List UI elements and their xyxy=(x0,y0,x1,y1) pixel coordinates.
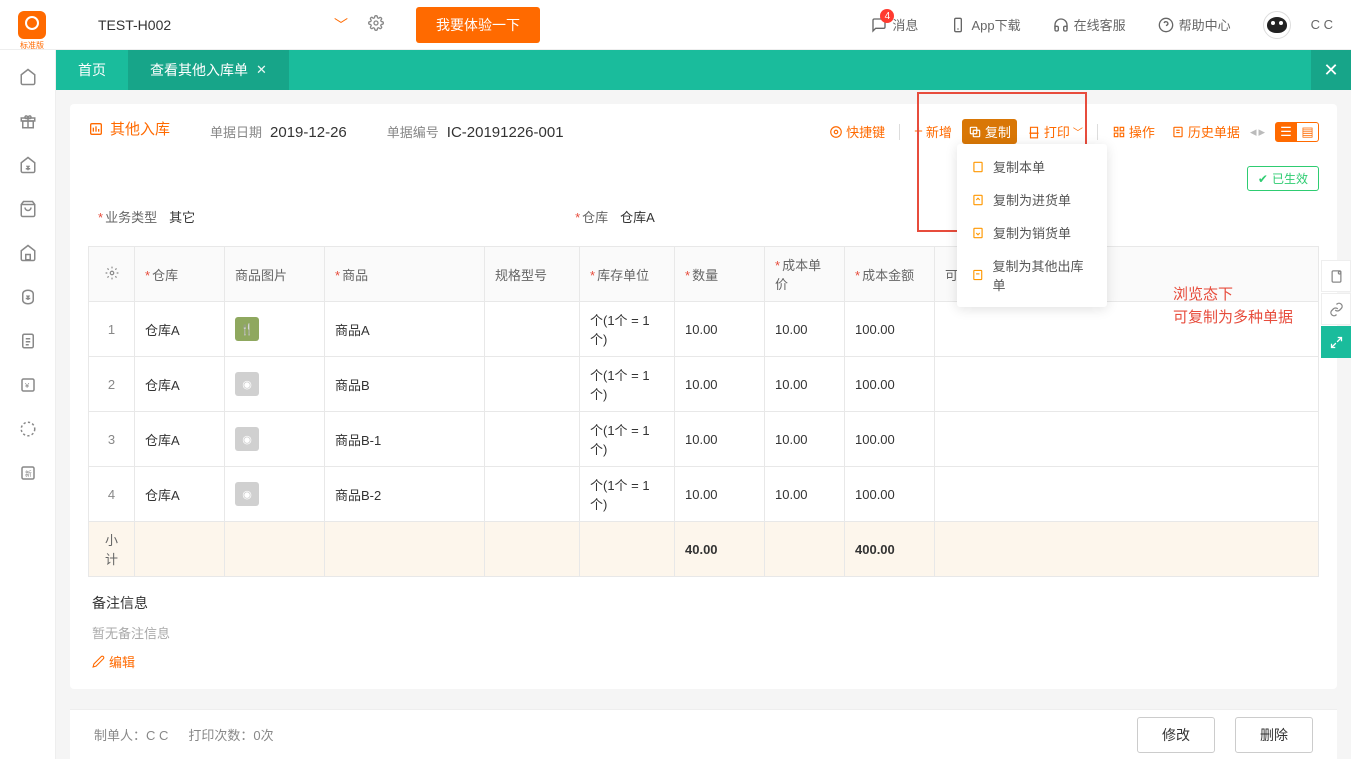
delete-button[interactable]: 删除 xyxy=(1235,717,1313,753)
gear-icon[interactable] xyxy=(368,15,384,35)
biztype-label: 业务类型 xyxy=(105,210,157,225)
product-image-icon: ◉ xyxy=(235,482,259,506)
chevron-down-icon: ﹀ xyxy=(334,15,348,35)
app-download-link[interactable]: App下载 xyxy=(950,15,1020,34)
date-label: 单据日期 xyxy=(210,122,262,141)
gear-icon[interactable] xyxy=(105,268,119,283)
warehouse-label: 仓库 xyxy=(582,210,608,225)
svg-text:¥: ¥ xyxy=(25,381,30,390)
copy-as-sales[interactable]: 复制为销货单 xyxy=(957,216,1107,249)
table-row[interactable]: 2 仓库A ◉ 商品B 个(1个 = 1个) 10.00 10.00 100.0… xyxy=(89,357,1319,412)
nav-house-money-icon[interactable] xyxy=(17,154,39,176)
nav-gift-icon[interactable] xyxy=(17,110,39,132)
ops-button[interactable]: 操作 xyxy=(1106,119,1161,144)
subtotal-qty: 40.00 xyxy=(675,522,765,577)
product-image-icon: 🍴 xyxy=(235,317,259,341)
page-title: 其他入库 xyxy=(88,118,170,145)
edit-remark-button[interactable]: 编辑 xyxy=(92,652,135,671)
view-grid-icon[interactable]: ▤ xyxy=(1297,122,1319,142)
biztype-value: 其它 xyxy=(169,207,195,226)
download-label: App下载 xyxy=(971,15,1020,34)
warehouse-value: 仓库A xyxy=(620,207,655,226)
svg-text:新: 新 xyxy=(25,469,32,478)
trial-button[interactable]: 我要体验一下 xyxy=(416,7,540,43)
copy-as-other-out[interactable]: 复制为其他出库单 xyxy=(957,249,1107,301)
modify-button[interactable]: 修改 xyxy=(1137,717,1215,753)
rail-expand-icon[interactable] xyxy=(1321,326,1351,358)
prev-icon[interactable]: ◂ xyxy=(1250,124,1257,140)
nav-refresh-icon[interactable] xyxy=(17,418,39,440)
copy-as-purchase[interactable]: 复制为进货单 xyxy=(957,183,1107,216)
docno-label: 单据编号 xyxy=(387,122,439,141)
status-badge: ✔已生效 xyxy=(1247,166,1319,191)
copy-button[interactable]: 复制 xyxy=(962,119,1017,144)
logo[interactable]: 标准版 xyxy=(18,11,46,39)
nav-home-icon[interactable] xyxy=(17,66,39,88)
nav-money-icon[interactable] xyxy=(17,286,39,308)
messages-link[interactable]: 消息 4 xyxy=(871,15,918,34)
customer-service-link[interactable]: 在线客服 xyxy=(1053,15,1126,34)
tabs-close-all[interactable]: ✕ xyxy=(1311,50,1351,90)
table-row[interactable]: 3 仓库A ◉ 商品B-1 个(1个 = 1个) 10.00 10.00 100… xyxy=(89,412,1319,467)
username-label: C C xyxy=(1311,17,1333,32)
tab-home[interactable]: 首页 xyxy=(56,50,128,90)
table-row[interactable]: 1 仓库A 🍴 商品A 个(1个 = 1个) 10.00 10.00 100.0… xyxy=(89,302,1319,357)
print-button[interactable]: 打印﹀ xyxy=(1021,119,1089,144)
help-label: 帮助中心 xyxy=(1179,15,1231,34)
nav-new-icon[interactable]: 新 xyxy=(17,462,39,484)
service-label: 在线客服 xyxy=(1074,15,1126,34)
nav-report-icon[interactable]: ¥ xyxy=(17,374,39,396)
chevron-down-icon: ﹀ xyxy=(1073,124,1083,139)
nav-warehouse-icon[interactable] xyxy=(17,242,39,264)
avatar[interactable] xyxy=(1263,11,1291,39)
rail-link-icon[interactable] xyxy=(1321,293,1351,325)
history-button[interactable]: 历史单据 xyxy=(1165,119,1246,144)
maker-value: C C xyxy=(146,728,168,743)
maker-label: 制单人： xyxy=(94,728,146,743)
product-image-icon: ◉ xyxy=(235,372,259,396)
view-list-icon[interactable]: ☰ xyxy=(1275,122,1297,142)
messages-label: 消息 xyxy=(892,15,918,34)
copy-this-doc[interactable]: 复制本单 xyxy=(957,150,1107,183)
subtotal-amount: 400.00 xyxy=(845,522,935,577)
close-icon[interactable]: ✕ xyxy=(256,62,267,78)
printcount-value: 0次 xyxy=(253,728,273,743)
nav-clipboard-icon[interactable] xyxy=(17,330,39,352)
remark-empty: 暂无备注信息 xyxy=(92,623,1315,642)
table-row[interactable]: 4 仓库A ◉ 商品B-2 个(1个 = 1个) 10.00 10.00 100… xyxy=(89,467,1319,522)
add-button[interactable]: +新增 xyxy=(908,119,958,144)
date-value: 2019-12-26 xyxy=(270,124,347,141)
store-name: TEST-H002 xyxy=(98,17,171,33)
store-selector[interactable]: TEST-H002 ﹀ xyxy=(98,15,348,35)
docno-value: IC-20191226-001 xyxy=(447,124,564,141)
tab-view-other-in[interactable]: 查看其他入库单 ✕ xyxy=(128,50,289,90)
help-link[interactable]: 帮助中心 xyxy=(1158,15,1231,34)
shortcut-button[interactable]: 快捷键 xyxy=(823,119,891,144)
subtotal-label: 小计 xyxy=(89,522,135,577)
nav-bag-icon[interactable] xyxy=(17,198,39,220)
remark-title: 备注信息 xyxy=(92,593,1315,613)
copy-dropdown: 复制本单 复制为进货单 复制为销货单 复制为其他出库单 xyxy=(957,144,1107,307)
printcount-label: 打印次数： xyxy=(188,728,253,743)
items-table: *仓库 商品图片 *商品 规格型号 *库存单位 *数量 *成本单价 *成本金额 … xyxy=(88,246,1319,577)
next-icon[interactable]: ▸ xyxy=(1258,124,1265,140)
edition-label: 标准版 xyxy=(20,40,44,51)
product-image-icon: ◉ xyxy=(235,427,259,451)
rail-note-icon[interactable] xyxy=(1321,260,1351,292)
